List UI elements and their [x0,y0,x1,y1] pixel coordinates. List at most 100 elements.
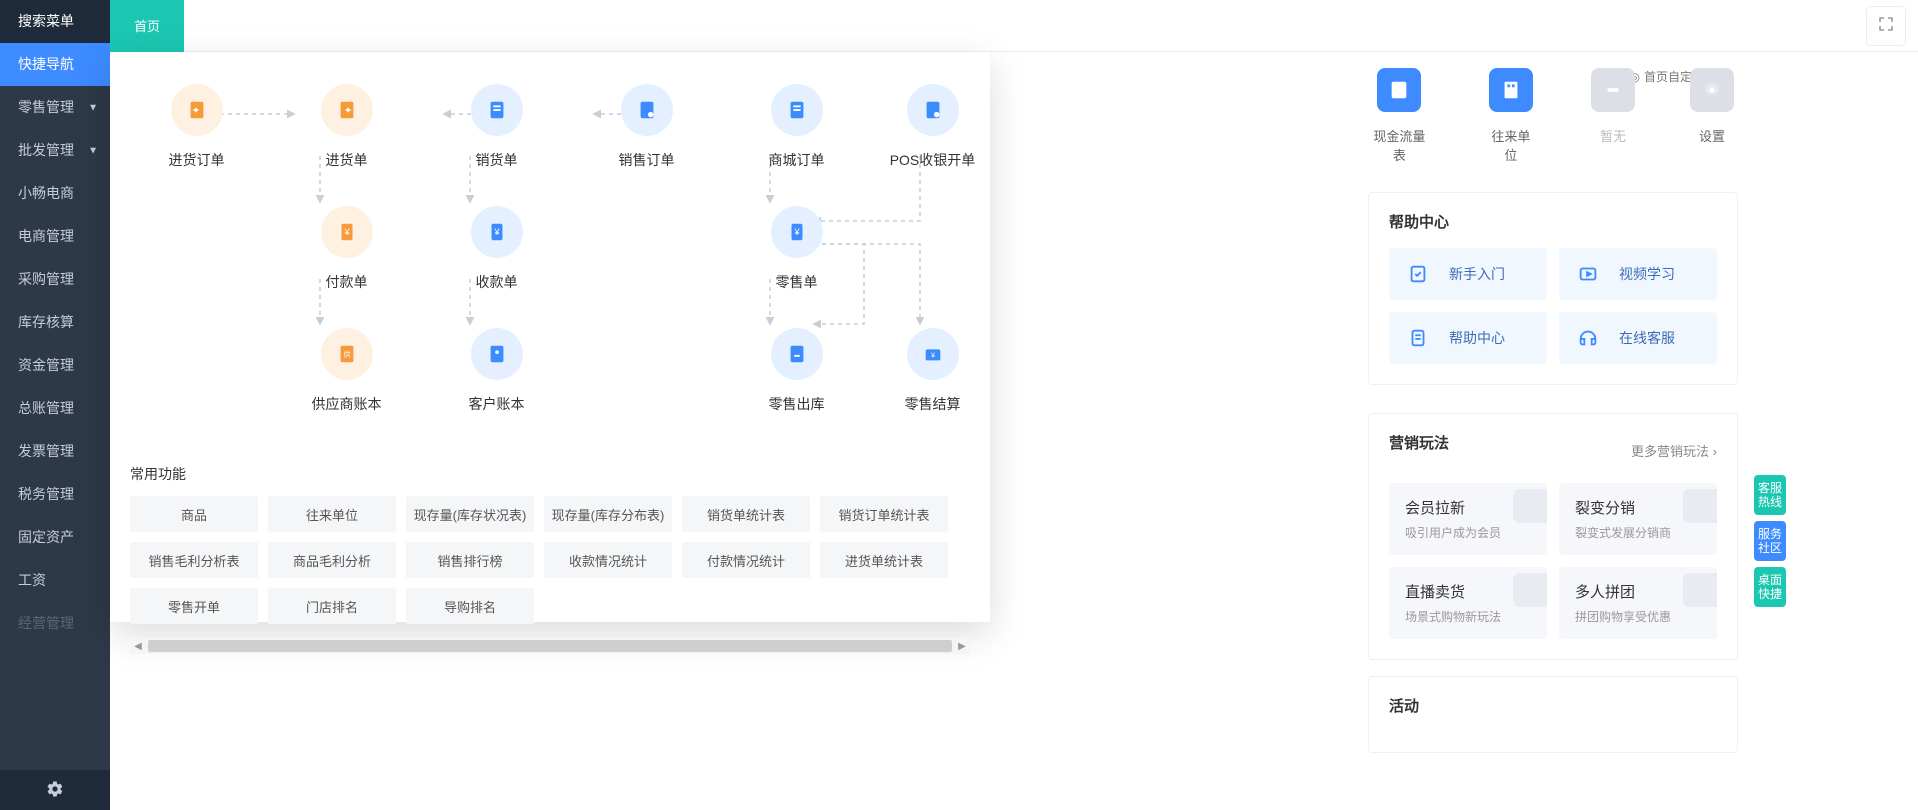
quick-btn[interactable]: 现存量(库存状况表) [406,496,534,532]
node-supplier-ledger[interactable]: 供供应商账本 [294,328,399,414]
sidebar-item-label: 批发管理 [18,142,74,158]
ledger-icon: 供 [321,328,373,380]
sidebar-item-invoice[interactable]: 发票管理 [0,430,110,473]
sidebar-item-purchase[interactable]: 采购管理 [0,258,110,301]
sidebar-item-xceshop[interactable]: 小畅电商 [0,172,110,215]
sidebar-item-tax[interactable]: 税务管理 [0,473,110,516]
quick-settings[interactable]: 设置 [1690,68,1734,164]
help-label: 帮助中心 [1449,328,1505,348]
fullscreen-button[interactable] [1866,6,1906,46]
quick-btn[interactable]: 销货订单统计表 [820,496,948,532]
quick-btn[interactable]: 付款情况统计 [682,542,810,578]
quick-btn[interactable]: 导购排名 [406,588,534,624]
mkt-item-live[interactable]: 直播卖货场景式购物新玩法 [1389,567,1547,639]
marketing-more-link[interactable]: 更多营销玩法 › [1631,441,1717,460]
quick-btn[interactable]: 商品 [130,496,258,532]
quick-cashflow[interactable]: 现金流量表 [1368,68,1431,164]
sidebtn-desktop[interactable]: 桌面快捷 [1754,567,1786,607]
node-payment[interactable]: ¥付款单 [294,206,399,292]
caret-down-icon: ▼ [88,86,98,129]
money-icon: ¥ [321,206,373,258]
doc-back-icon [171,84,223,136]
node-label: 商城订单 [744,150,849,170]
node-label: 零售单 [744,272,849,292]
right-column: 现金流量表 往来单位 暂无 设置 帮助中心 新手入门 视频学习 帮助中心 在线客… [1368,68,1738,753]
quicknav-flyout: 进货订单 进货单 销货单 销售订单 商城订单 POS收银开单 ¥付款单 ¥ 收款单… [110,52,990,622]
activity-title: 活动 [1389,695,1717,716]
sidebar-item-assets[interactable]: 固定资产 [0,516,110,559]
node-retail-out[interactable]: 零售出库 [744,328,849,414]
sidebar-item-salary[interactable]: 工资 [0,559,110,602]
node-receipt[interactable]: ¥ 收款单 [444,206,549,292]
node-label: 销货单 [444,150,549,170]
report-icon [1377,68,1421,112]
sidebar-item-quicknav[interactable]: 快捷导航 [0,43,110,86]
quick-btn[interactable]: 销售排行榜 [406,542,534,578]
node-pos-order[interactable]: POS收银开单 [880,84,985,170]
sidebar-search[interactable]: 搜索菜单 [0,0,110,43]
sidebtn-community[interactable]: 服务社区 [1754,521,1786,561]
sidebar-item-manage[interactable]: 经营管理 [0,602,110,645]
quick-btn[interactable]: 商品毛利分析 [268,542,396,578]
mkt-item-member[interactable]: 会员拉新吸引用户成为会员 [1389,483,1547,555]
quick-icons-row: 现金流量表 往来单位 暂无 设置 [1368,68,1738,164]
help-center[interactable]: 帮助中心 [1389,312,1547,364]
doc-plus-icon [621,84,673,136]
scroll-left-icon[interactable]: ◀ [130,638,146,654]
starter-icon [1403,259,1433,289]
node-sales-order[interactable]: 销售订单 [594,84,699,170]
sidebar-item-retail[interactable]: 零售管理 ▼ [0,86,110,129]
quick-partners[interactable]: 往来单位 [1486,68,1536,164]
node-label: 收款单 [444,272,549,292]
node-purchase-order[interactable]: 进货订单 [144,84,249,170]
deco-icon [1513,489,1547,523]
help-video[interactable]: 视频学习 [1559,248,1717,300]
list-icon [771,84,823,136]
node-customer-ledger[interactable]: 客户账本 [444,328,549,414]
activity-card: 活动 [1368,676,1738,753]
sidebar-item-wholesale[interactable]: 批发管理▼ [0,129,110,172]
scroll-right-icon[interactable]: ▶ [954,638,970,654]
mkt-sub: 裂变式发展分销商 [1575,524,1701,541]
quick-btn[interactable]: 零售开单 [130,588,258,624]
sidebtn-hotline[interactable]: 客服热线 [1754,475,1786,515]
quick-label: 现金流量表 [1368,126,1431,164]
node-purchase-receipt[interactable]: 进货单 [294,84,399,170]
common-functions-grid: 商品 往来单位 现存量(库存状况表) 现存量(库存分布表) 销货单统计表 销货订… [130,496,976,624]
sidebar-item-label: 零售管理 [18,99,74,115]
money-icon: ¥ [471,206,523,258]
quick-btn[interactable]: 进货单统计表 [820,542,948,578]
quick-btn[interactable]: 销货单统计表 [682,496,810,532]
quick-btn[interactable]: 销售毛利分析表 [130,542,258,578]
sidebar-item-ecom[interactable]: 电商管理 [0,215,110,258]
tab-home[interactable]: 首页 [110,0,184,52]
horizontal-scrollbar[interactable]: ◀ ▶ [130,638,970,654]
quick-btn[interactable]: 现存量(库存分布表) [544,496,672,532]
node-retail[interactable]: ¥零售单 [744,206,849,292]
doc-out-icon [321,84,373,136]
scroll-track[interactable] [148,640,952,652]
node-retail-settle[interactable]: ¥零售结算 [880,328,985,414]
mkt-item-fission[interactable]: 裂变分销裂变式发展分销商 [1559,483,1717,555]
sidebar-item-inventory[interactable]: 库存核算 [0,301,110,344]
mkt-item-groupbuy[interactable]: 多人拼团拼团购物享受优惠 [1559,567,1717,639]
sidebar-item-funds[interactable]: 资金管理 [0,344,110,387]
node-mall-order[interactable]: 商城订单 [744,84,849,170]
doc-plus-icon [907,84,959,136]
help-label: 视频学习 [1619,264,1675,284]
node-label: 客户账本 [444,394,549,414]
dash-icon [1591,68,1635,112]
help-title: 帮助中心 [1389,211,1717,232]
sidebar-settings-button[interactable] [0,770,110,810]
video-icon [1573,259,1603,289]
sidebar-item-ledger[interactable]: 总账管理 [0,387,110,430]
quick-btn[interactable]: 门店排名 [268,588,396,624]
quick-btn[interactable]: 往来单位 [268,496,396,532]
help-card: 帮助中心 新手入门 视频学习 帮助中心 在线客服 [1368,192,1738,385]
help-starter[interactable]: 新手入门 [1389,248,1547,300]
quick-btn[interactable]: 收款情况统计 [544,542,672,578]
node-sales-receipt[interactable]: 销货单 [444,84,549,170]
sidebar: 搜索菜单 快捷导航 零售管理 ▼ 批发管理▼ 小畅电商 电商管理 采购管理 库存核… [0,0,110,810]
help-support[interactable]: 在线客服 [1559,312,1717,364]
quick-empty[interactable]: 暂无 [1591,68,1635,164]
